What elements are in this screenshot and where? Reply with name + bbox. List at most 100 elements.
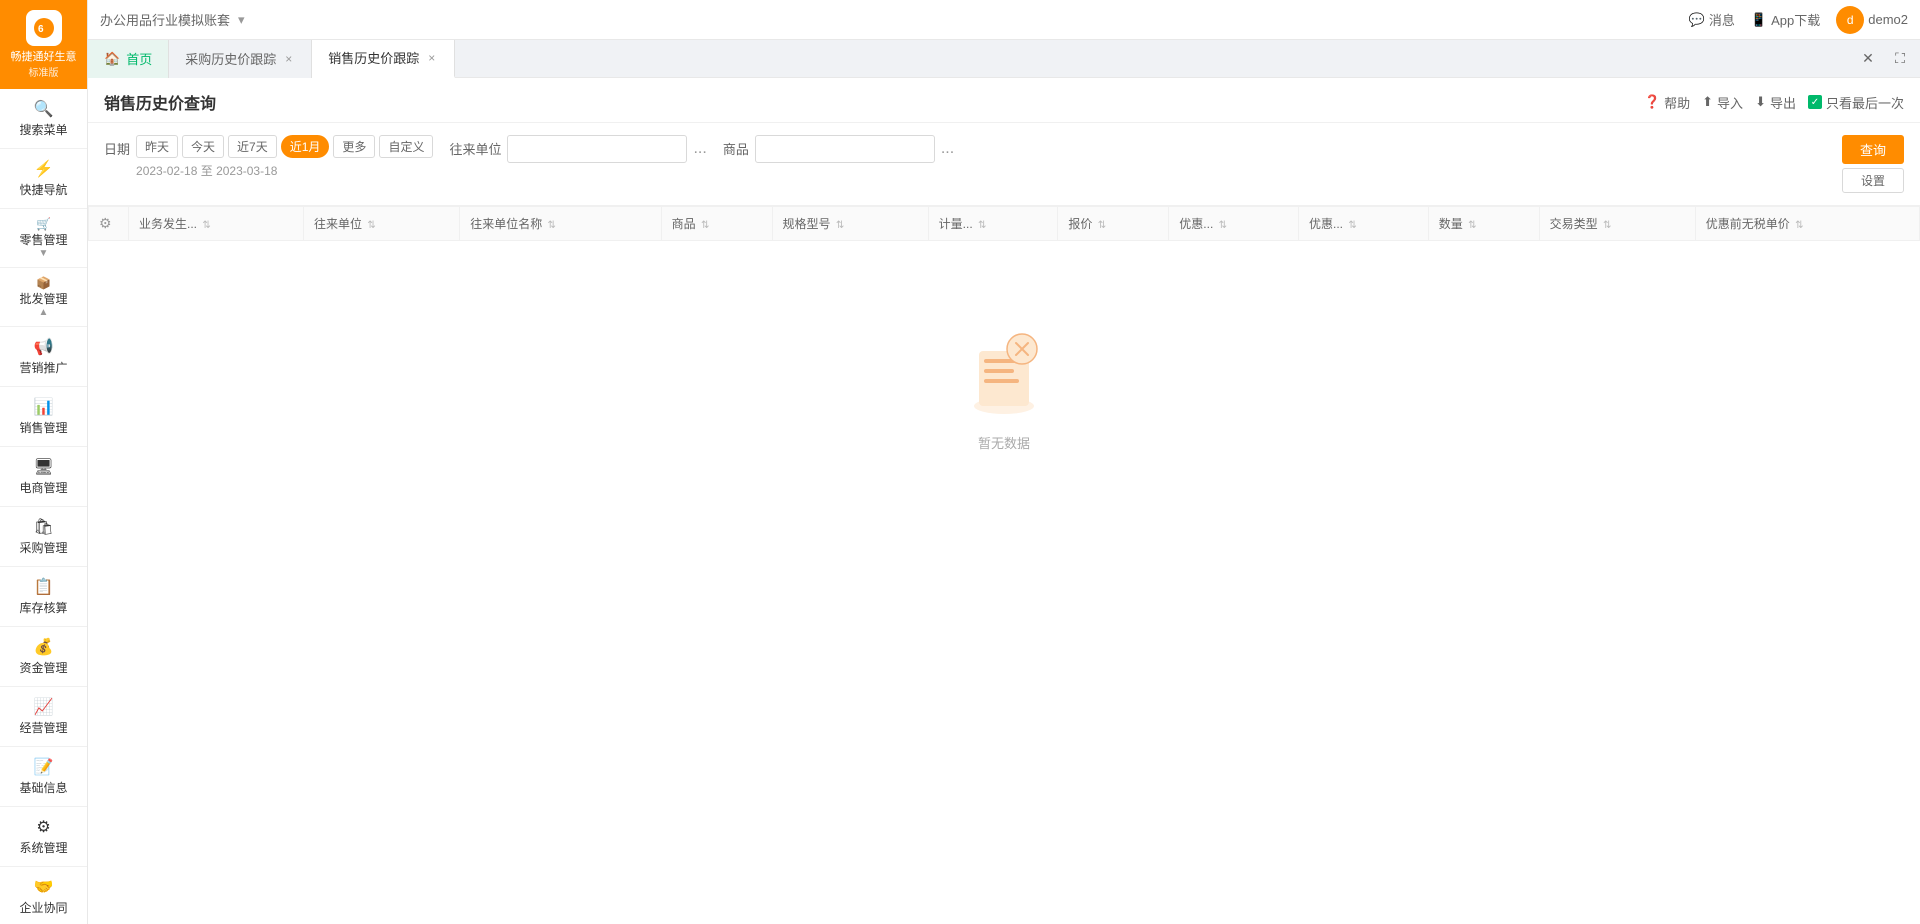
sidebar-item-system-label: 系统管理 [4, 839, 83, 856]
th-quantity[interactable]: 数量 ⇅ [1428, 207, 1539, 241]
export-button[interactable]: ⬇ 导出 [1755, 93, 1796, 112]
th-pre-tax-price[interactable]: 优惠前无税单价 ⇅ [1695, 207, 1919, 241]
topbar: 办公用品行业模拟账套 ▾ 💬 消息 📱 App下载 d demo2 [88, 0, 1920, 40]
enterprise-icon: 🤝 [4, 877, 83, 897]
operations-icon: 📈 [4, 697, 83, 717]
topbar-title: 办公用品行业模拟账套 [100, 10, 230, 29]
th-spec-label: 规格型号 [783, 217, 831, 231]
date-btn-more[interactable]: 更多 [333, 135, 375, 158]
th-discount1[interactable]: 优惠... ⇅ [1169, 207, 1299, 241]
sidebar-item-wholesale-mgmt[interactable]: 📦 批发管理 ▲ [0, 268, 87, 327]
product-filter-group: 商品 ... [723, 135, 954, 163]
sidebar-item-operations[interactable]: 📈 经营管理 [0, 687, 87, 747]
tab-purchase-history[interactable]: 采购历史价跟踪 × [169, 40, 312, 78]
date-btn-today[interactable]: 今天 [182, 135, 224, 158]
page-title: 销售历史价查询 [104, 90, 216, 114]
sidebar-item-retail-mgmt[interactable]: 🛒 零售管理 ▼ [0, 209, 87, 268]
th-business-date[interactable]: 业务发生... ⇅ [129, 207, 304, 241]
tab-purchase-label: 采购历史价跟踪 [185, 49, 276, 68]
th-product-label: 商品 [672, 217, 696, 231]
product-dots-button[interactable]: ... [941, 141, 954, 157]
page-header: 销售历史价查询 ❓ 帮助 ⬆ 导入 ⬇ 导出 ✓ 只看最后一次 [88, 78, 1920, 123]
import-button[interactable]: ⬆ 导入 [1702, 93, 1743, 112]
query-button[interactable]: 查询 [1842, 135, 1904, 164]
th-trade-type-label: 交易类型 [1550, 217, 1598, 231]
logo-icon: 6 [26, 10, 62, 46]
sidebar-item-marketing[interactable]: 📢 营销推广 [0, 327, 87, 387]
finance-icon: 💰 [4, 637, 83, 657]
marketing-icon: 📢 [4, 337, 83, 357]
date-range-display: 2023-02-18 至 2023-03-18 [136, 162, 433, 179]
help-button[interactable]: ❓ 帮助 [1644, 93, 1690, 112]
message-button[interactable]: 💬 消息 [1689, 10, 1735, 29]
home-icon: 🏠 [104, 51, 120, 67]
sidebar-item-basic-info[interactable]: 📝 基础信息 [0, 747, 87, 807]
tab-home[interactable]: 🏠 首页 [88, 40, 169, 78]
sidebar-item-sales-mgmt[interactable]: 📊 销售管理 [0, 387, 87, 447]
sidebar-item-quick-nav[interactable]: ⚡ 快捷导航 [0, 149, 87, 209]
basic-info-icon: 📝 [4, 757, 83, 777]
close-all-tabs-button[interactable]: ✕ [1856, 47, 1880, 71]
sort-icon-discount2: ⇅ [1348, 220, 1356, 231]
partner-input[interactable] [507, 135, 687, 163]
th-product[interactable]: 商品 ⇅ [661, 207, 772, 241]
sales-mgmt-icon: 📊 [4, 397, 83, 417]
date-btn-yesterday[interactable]: 昨天 [136, 135, 178, 158]
product-input-group: ... [755, 135, 954, 163]
user-menu[interactable]: d demo2 [1836, 6, 1908, 34]
checkbox-checked-icon: ✓ [1808, 95, 1822, 109]
topbar-right: 💬 消息 📱 App下载 d demo2 [1689, 6, 1908, 34]
table-settings-icon[interactable]: ⚙ [99, 215, 112, 231]
th-partner-name-label: 往来单位名称 [470, 217, 542, 231]
th-trade-type[interactable]: 交易类型 ⇅ [1539, 207, 1695, 241]
sidebar-item-purchase-mgmt[interactable]: 🛍 采购管理 [0, 507, 87, 567]
product-filter-label: 商品 [723, 135, 749, 158]
svg-text:6: 6 [38, 24, 44, 35]
sidebar-item-ecommerce[interactable]: 🖥 电商管理 [0, 447, 87, 507]
date-btn-last7days[interactable]: 近7天 [228, 135, 277, 158]
sidebar: 6 畅捷通好生意 标准版 🔍 搜索菜单 ⚡ 快捷导航 🛒 零售管理 ▼ 📦 批发… [0, 0, 88, 924]
sidebar-item-purchase-label: 采购管理 [4, 539, 83, 556]
sidebar-item-marketing-label: 营销推广 [4, 359, 83, 376]
date-btn-last1month[interactable]: 近1月 [281, 135, 330, 158]
tab-sales-history[interactable]: 销售历史价跟踪 × [312, 40, 455, 78]
search-icon: 🔍 [4, 99, 83, 119]
th-discount2[interactable]: 优惠... ⇅ [1299, 207, 1429, 241]
system-icon: ⚙ [4, 817, 83, 837]
empty-illustration [954, 321, 1054, 421]
filter-actions: 查询 设置 [1842, 135, 1904, 193]
sort-icon-trade-type: ⇅ [1603, 220, 1611, 231]
th-partner-code[interactable]: 往来单位 ⇅ [304, 207, 460, 241]
th-quoted-price[interactable]: 报价 ⇅ [1058, 207, 1169, 241]
sidebar-item-enterprise[interactable]: 🤝 企业协同 [0, 867, 87, 924]
app-download-icon: 📱 [1751, 12, 1767, 28]
sidebar-item-search-menu[interactable]: 🔍 搜索菜单 [0, 89, 87, 149]
th-partner-name[interactable]: 往来单位名称 ⇅ [460, 207, 661, 241]
th-partner-code-label: 往来单位 [314, 217, 362, 231]
sort-icon-business-date: ⇅ [202, 220, 210, 231]
sidebar-item-finance[interactable]: 💰 资金管理 [0, 627, 87, 687]
th-settings[interactable]: ⚙ [89, 207, 129, 241]
partner-dots-button[interactable]: ... [693, 141, 706, 157]
topbar-dropdown-icon[interactable]: ▾ [238, 12, 245, 28]
empty-state: 暂无数据 [88, 241, 1920, 532]
tab-purchase-close[interactable]: × [282, 51, 295, 67]
sidebar-item-system-mgmt[interactable]: ⚙ 系统管理 [0, 807, 87, 867]
sidebar-item-retail-label: 零售管理 [19, 231, 67, 248]
date-options: 昨天 今天 近7天 近1月 更多 自定义 2023-02-18 至 2023-0… [136, 135, 433, 179]
th-unit[interactable]: 计量... ⇅ [928, 207, 1058, 241]
product-input[interactable] [755, 135, 935, 163]
data-table: ⚙ 业务发生... ⇅ 往来单位 ⇅ 往来单位名称 ⇅ [88, 206, 1920, 241]
sidebar-item-inventory[interactable]: 📋 库存核算 [0, 567, 87, 627]
th-spec[interactable]: 规格型号 ⇅ [772, 207, 928, 241]
only-last-checkbox-label[interactable]: ✓ 只看最后一次 [1808, 93, 1904, 112]
tab-sales-close[interactable]: × [425, 50, 438, 66]
date-btn-custom[interactable]: 自定义 [379, 135, 433, 158]
main-area: 办公用品行业模拟账套 ▾ 💬 消息 📱 App下载 d demo2 🏠 首页 采… [88, 0, 1920, 924]
sort-icon-product: ⇅ [701, 220, 709, 231]
maximize-button[interactable]: ⛶ [1888, 47, 1912, 71]
tab-controls: ✕ ⛶ [1856, 47, 1920, 71]
app-download-button[interactable]: 📱 App下载 [1751, 10, 1820, 29]
settings-button[interactable]: 设置 [1842, 168, 1904, 193]
sidebar-item-inventory-label: 库存核算 [4, 599, 83, 616]
